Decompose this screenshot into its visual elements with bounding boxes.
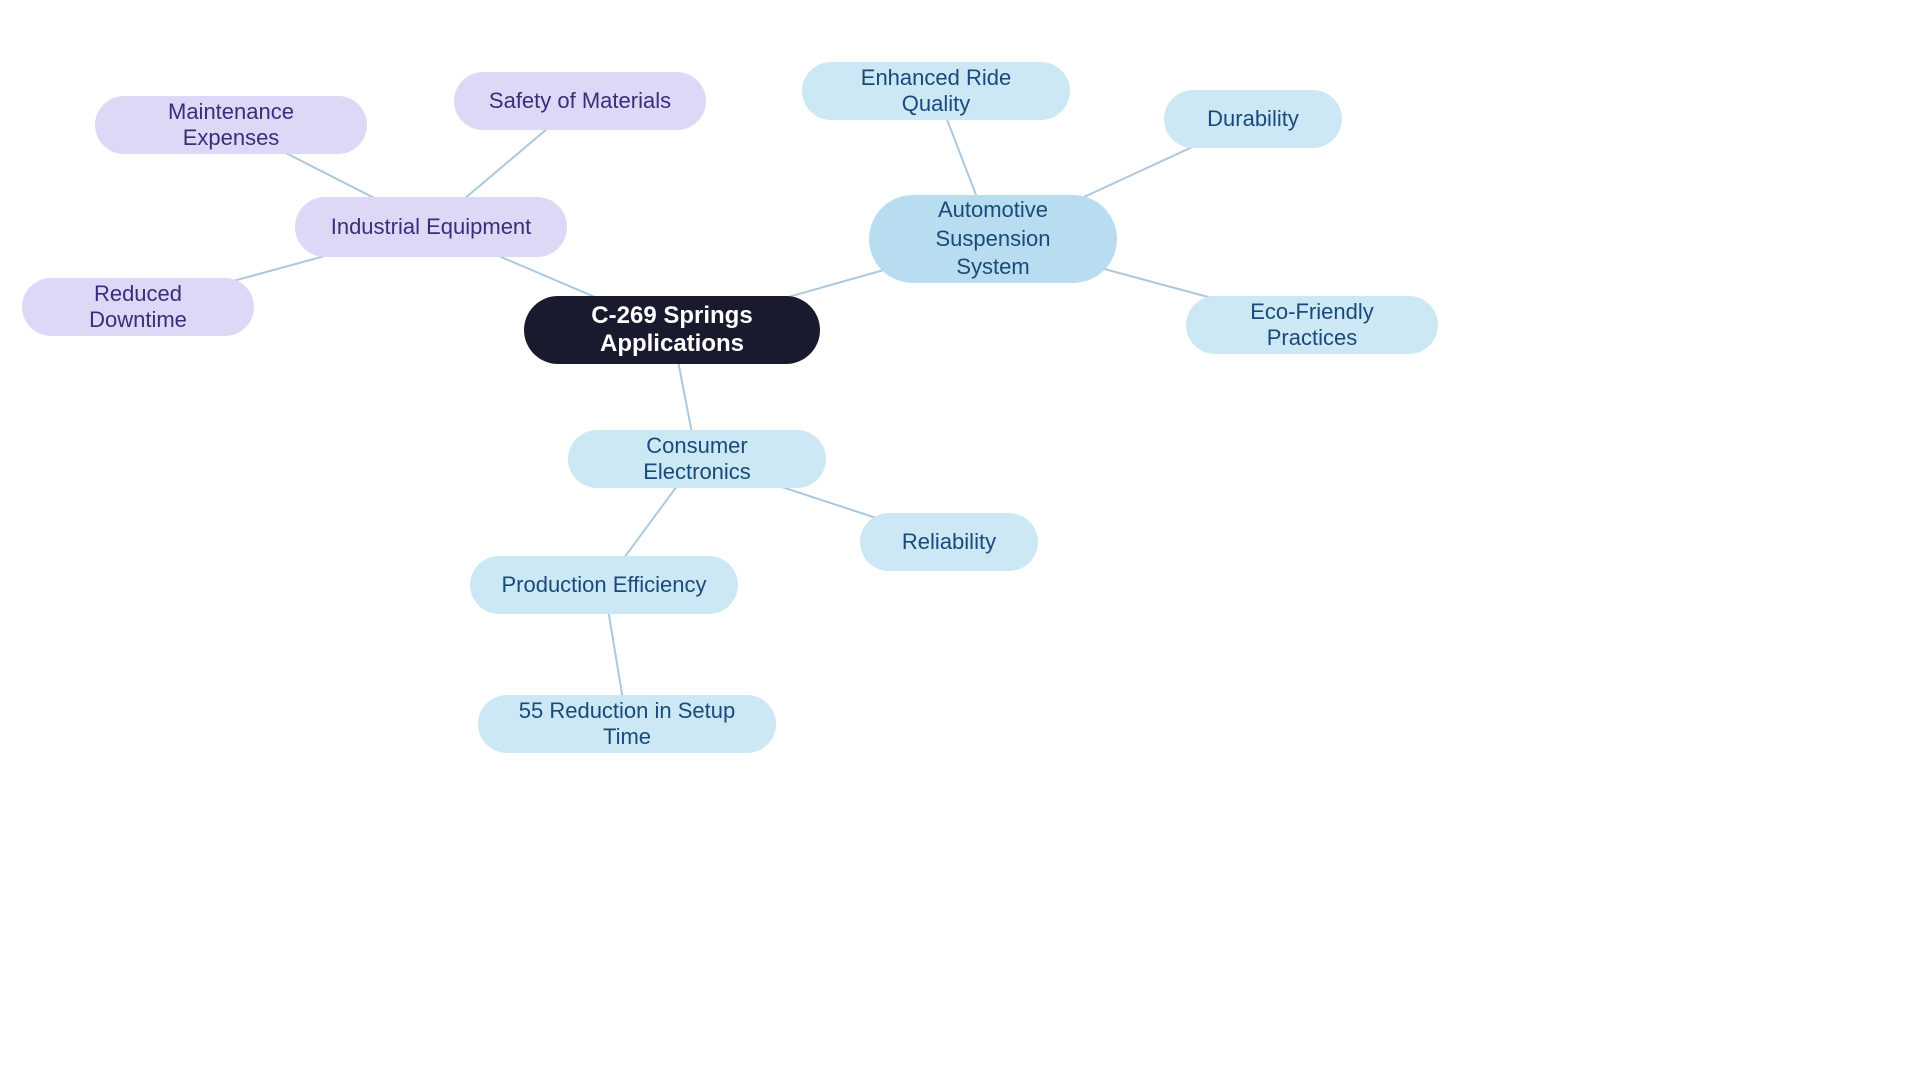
enhanced-ride-quality-node: Enhanced Ride Quality <box>802 62 1070 120</box>
reliability-node: Reliability <box>860 513 1038 571</box>
consumer-electronics-node: Consumer Electronics <box>568 430 826 488</box>
maintenance-expenses-node: Maintenance Expenses <box>95 96 367 154</box>
eco-friendly-practices-node: Eco-Friendly Practices <box>1186 296 1438 354</box>
production-efficiency-node: Production Efficiency <box>470 556 738 614</box>
setup-time-node: 55 Reduction in Setup Time <box>478 695 776 753</box>
center-node: C-269 Springs Applications <box>524 296 820 364</box>
industrial-equipment-node: Industrial Equipment <box>295 197 567 257</box>
automotive-suspension-node: Automotive Suspension System <box>869 195 1117 283</box>
safety-of-materials-node: Safety of Materials <box>454 72 706 130</box>
reduced-downtime-node: Reduced Downtime <box>22 278 254 336</box>
durability-node: Durability <box>1164 90 1342 148</box>
